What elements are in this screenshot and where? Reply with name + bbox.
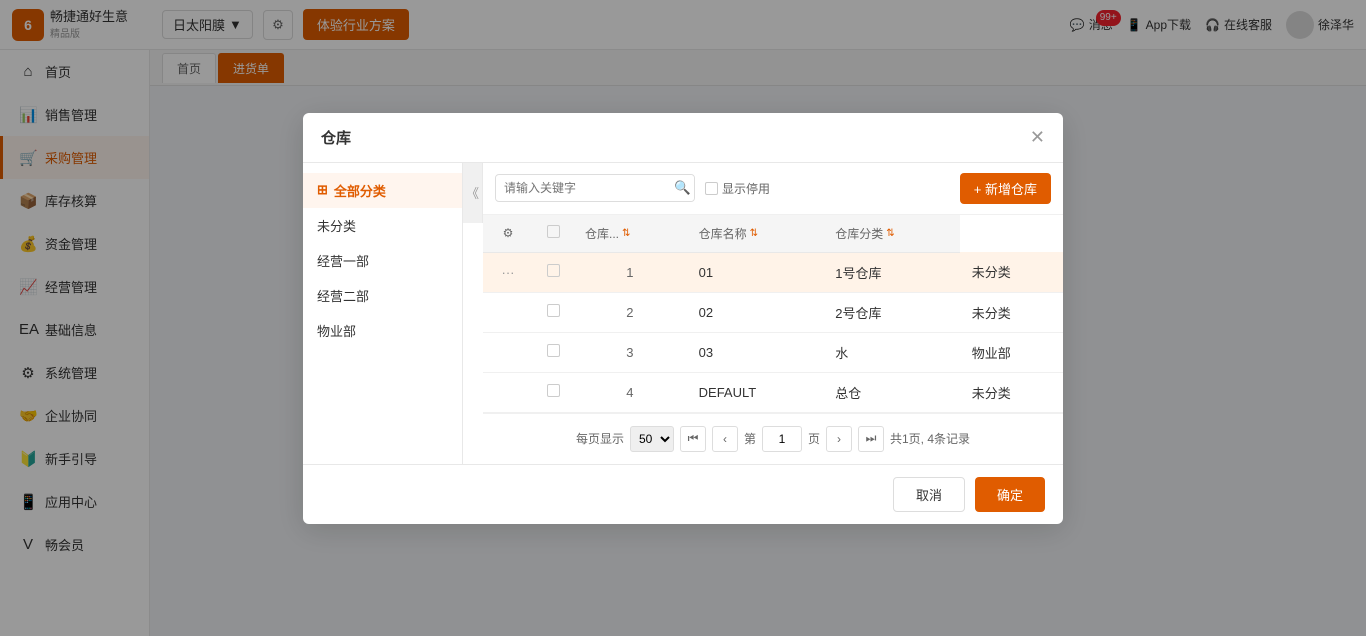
row-category: 未分类: [960, 372, 1063, 412]
row-code: 03: [687, 332, 824, 372]
row-code: 02: [687, 292, 824, 332]
per-page-label: 每页显示: [576, 430, 624, 447]
th-category-label: 仓库分类: [835, 225, 883, 242]
row-index: 1: [573, 252, 687, 292]
total-info: 共1页, 4条记录: [890, 430, 970, 447]
row-actions[interactable]: [483, 292, 533, 332]
select-all-checkbox[interactable]: [547, 225, 560, 238]
warehouse-table: ⚙ 仓库... ⇅: [483, 215, 1063, 413]
search-box: 🔍: [495, 174, 695, 202]
th-gear: ⚙: [483, 215, 533, 253]
cancel-button[interactable]: 取消: [893, 477, 965, 512]
table-header: ⚙ 仓库... ⇅: [483, 215, 1063, 253]
row-code: 01: [687, 252, 824, 292]
prev-page-button[interactable]: ‹: [712, 426, 738, 452]
table-row[interactable]: 2 02 2号仓库 未分类: [483, 292, 1063, 332]
search-button[interactable]: 🔍: [666, 175, 695, 201]
row-name: 2号仓库: [823, 292, 960, 332]
row-index: 3: [573, 332, 687, 372]
category-item-property[interactable]: 物业部: [303, 313, 462, 348]
category-item-uncategorized[interactable]: 未分类: [303, 208, 462, 243]
row-checkbox-cell: [533, 372, 573, 412]
sort-category-icon[interactable]: ⇅: [886, 228, 894, 239]
row-name: 水: [823, 332, 960, 372]
row-actions[interactable]: [483, 332, 533, 372]
category-panel: ⊞ 全部分类 未分类 经营一部 经营二部 物业部: [303, 163, 463, 464]
page-input[interactable]: [762, 426, 802, 452]
pagination: 每页显示 50 ⏮ ‹ 第 页 › ⏭ 共1页, 4条记录: [483, 413, 1063, 464]
table-row[interactable]: ··· 1 01 1号仓库 未分类: [483, 252, 1063, 292]
row-category: 物业部: [960, 332, 1063, 372]
page-label: 第: [744, 430, 756, 447]
category-item-dept2[interactable]: 经营二部: [303, 278, 462, 313]
modal-footer: 取消 确定: [303, 464, 1063, 524]
row-checkbox[interactable]: [547, 384, 560, 397]
th-check: [533, 215, 573, 253]
modal-header: 仓库 ✕: [303, 113, 1063, 163]
row-checkbox[interactable]: [547, 344, 560, 357]
warehouse-modal: 仓库 ✕ ⊞ 全部分类 未分类 经营一部 经营二部: [303, 113, 1063, 524]
row-category: 未分类: [960, 292, 1063, 332]
category-item-dept1[interactable]: 经营一部: [303, 243, 462, 278]
last-page-button[interactable]: ⏭: [858, 426, 884, 452]
row-name: 1号仓库: [823, 252, 960, 292]
th-category: 仓库分类 ⇅: [823, 215, 960, 253]
search-input[interactable]: [496, 176, 666, 200]
add-warehouse-button[interactable]: + 新增仓库: [960, 173, 1051, 204]
modal-close-button[interactable]: ✕: [1030, 128, 1045, 146]
category-all[interactable]: ⊞ 全部分类: [303, 173, 462, 208]
row-name: 总仓: [823, 372, 960, 412]
table-row[interactable]: 4 DEFAULT 总仓 未分类: [483, 372, 1063, 412]
grid-icon: ⊞: [317, 182, 328, 198]
table-row[interactable]: 3 03 水 物业部: [483, 332, 1063, 372]
th-code: 仓库... ⇅: [573, 215, 687, 253]
next-page-button[interactable]: ›: [826, 426, 852, 452]
modal-overlay: 仓库 ✕ ⊞ 全部分类 未分类 经营一部 经营二部: [0, 0, 1366, 636]
th-name: 仓库名称 ⇅: [687, 215, 824, 253]
th-name-label: 仓库名称: [699, 225, 747, 242]
page-unit: 页: [808, 430, 820, 447]
warehouse-table-wrapper: ⚙ 仓库... ⇅: [483, 215, 1063, 413]
row-checkbox-cell: [533, 292, 573, 332]
sort-code-icon[interactable]: ⇅: [622, 228, 630, 239]
row-checkbox-cell: [533, 252, 573, 292]
row-index: 2: [573, 292, 687, 332]
row-checkbox[interactable]: [547, 304, 560, 317]
show-disabled-label[interactable]: 显示停用: [705, 180, 770, 197]
collapse-panel-button[interactable]: 《: [463, 163, 483, 223]
row-category: 未分类: [960, 252, 1063, 292]
modal-title: 仓库: [321, 127, 351, 148]
row-actions[interactable]: [483, 372, 533, 412]
row-checkbox[interactable]: [547, 264, 560, 277]
modal-body: ⊞ 全部分类 未分类 经营一部 经营二部 物业部 《: [303, 163, 1063, 464]
right-toolbar: 🔍 显示停用 + 新增仓库: [483, 163, 1063, 215]
row-actions[interactable]: ···: [483, 252, 533, 292]
right-panel: 🔍 显示停用 + 新增仓库 ⚙: [483, 163, 1063, 464]
show-disabled-checkbox[interactable]: [705, 182, 718, 195]
first-page-button[interactable]: ⏮: [680, 426, 706, 452]
sort-name-icon[interactable]: ⇅: [750, 228, 758, 239]
row-index: 4: [573, 372, 687, 412]
th-code-label: 仓库...: [585, 225, 619, 242]
row-code: DEFAULT: [687, 372, 824, 412]
table-body: ··· 1 01 1号仓库 未分类 2 02 2号仓库 未分类 3 03 水: [483, 252, 1063, 412]
row-checkbox-cell: [533, 332, 573, 372]
confirm-button[interactable]: 确定: [975, 477, 1045, 512]
per-page-select[interactable]: 50: [630, 426, 674, 452]
